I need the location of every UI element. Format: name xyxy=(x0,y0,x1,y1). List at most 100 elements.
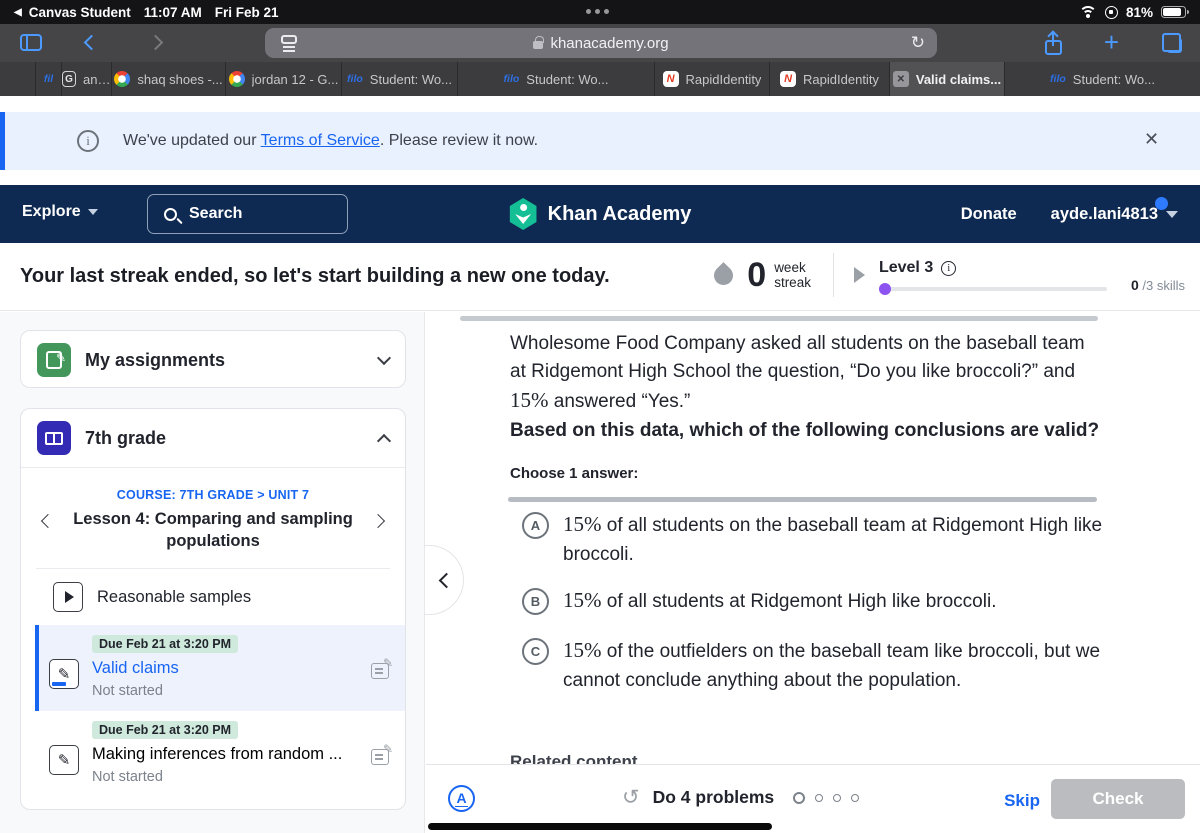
scroll-divider xyxy=(460,316,1098,321)
answer-choices: A 15% of all students on the baseball te… xyxy=(522,510,1122,695)
filo-icon: fil xyxy=(43,73,54,85)
banner-close-icon[interactable] xyxy=(1144,130,1162,148)
explore-menu[interactable]: Explore xyxy=(22,203,98,221)
answer-choice-a[interactable]: A 15% of all students on the baseball te… xyxy=(522,510,1122,569)
sidebar-toggle-icon[interactable] xyxy=(20,34,42,51)
level-label: Level 3 xyxy=(878,259,934,276)
wifi-icon xyxy=(1078,5,1097,19)
streak-bar: Your last streak ended, so let's start b… xyxy=(0,243,1200,311)
grade-card-title: 7th grade xyxy=(85,427,167,448)
notification-dot xyxy=(1155,196,1168,210)
streak-flame-icon xyxy=(710,261,738,289)
browser-tab[interactable]: jordan 12 - G... xyxy=(226,62,342,96)
lesson-item-video[interactable]: Reasonable samples xyxy=(21,569,405,625)
video-play-icon xyxy=(53,582,83,612)
breadcrumb[interactable]: COURSE: 7TH GRADE > UNIT 7 xyxy=(21,488,405,502)
google-icon xyxy=(228,71,245,87)
check-button[interactable]: Check xyxy=(1051,779,1185,819)
grade-card: 7th grade COURSE: 7TH GRADE > UNIT 7 Les… xyxy=(20,408,406,810)
chevron-up-icon[interactable] xyxy=(376,433,392,449)
accessibility-icon[interactable]: A xyxy=(448,785,475,812)
chevron-left-icon xyxy=(438,572,454,588)
share-icon[interactable] xyxy=(1044,39,1062,55)
exercise-pencil-icon: ✎ xyxy=(49,659,79,689)
question-prompt: Based on this data, which of the followi… xyxy=(510,420,1100,441)
address-bar[interactable]: khanacademy.org ↻ xyxy=(265,28,937,58)
chevron-down-icon xyxy=(1166,210,1178,218)
assignment-title[interactable]: Valid claims xyxy=(92,659,391,678)
my-assignments-card[interactable]: My assignments xyxy=(20,330,406,388)
address-url[interactable]: khanacademy.org xyxy=(550,35,668,52)
assignments-icon xyxy=(37,343,71,377)
home-indicator[interactable] xyxy=(428,823,772,830)
divider xyxy=(832,253,834,297)
donate-link[interactable]: Donate xyxy=(961,205,1017,224)
filo-icon: filo xyxy=(347,73,363,85)
clock: 11:07 AM xyxy=(143,4,202,20)
assignment-status: Not started xyxy=(92,769,163,785)
chevron-down-icon[interactable] xyxy=(376,350,392,366)
rapididentity-icon: N xyxy=(662,71,679,87)
brand-logo[interactable]: Khan Academy xyxy=(509,198,692,230)
back-to-app-label[interactable]: Canvas Student xyxy=(29,5,131,20)
site-header: Explore Search Khan Academy Donate ayde.… xyxy=(0,185,1200,243)
info-icon: i xyxy=(77,130,99,152)
problem-progress-dots xyxy=(793,791,860,804)
browser-tab[interactable]: shaq shoes -... xyxy=(112,62,226,96)
answer-choice-c[interactable]: C 15% of the outfielders on the baseball… xyxy=(522,636,1122,695)
lesson-title: Lesson 4: Comparing and sampling populat… xyxy=(73,510,353,550)
tab-overview-icon[interactable] xyxy=(1162,32,1182,53)
battery-percent: 81% xyxy=(1125,4,1153,20)
streak-message: Your last streak ended, so let's start b… xyxy=(20,265,610,287)
tab-sliver[interactable]: fil xyxy=(36,62,62,96)
g-badge-icon: G xyxy=(62,71,77,87)
user-menu[interactable]: ayde.lani4813 xyxy=(1050,196,1182,224)
browser-tab[interactable]: filo Student: Wo... xyxy=(1005,62,1200,96)
due-badge: Due Feb 21 at 3:20 PM xyxy=(92,635,238,653)
assignment-status: Not started xyxy=(92,683,163,699)
radio-letter[interactable]: A xyxy=(522,512,549,539)
assignment-title[interactable]: Making inferences from random ... xyxy=(92,745,391,764)
lesson-item-exercise-active[interactable]: ✎ Due Feb 21 at 3:20 PM Valid claims Not… xyxy=(35,625,405,711)
brand-name: Khan Academy xyxy=(547,202,692,225)
divider xyxy=(21,467,405,468)
previous-lesson-icon[interactable] xyxy=(40,513,56,529)
new-tab-icon[interactable]: + xyxy=(1104,29,1119,55)
grade-card-header[interactable]: 7th grade xyxy=(21,409,405,467)
back-icon[interactable] xyxy=(83,34,100,51)
lesson-item-exercise[interactable]: ✎ Due Feb 21 at 3:20 PM Making inference… xyxy=(35,711,405,797)
browser-tab[interactable]: filo Student: Wo... xyxy=(458,62,655,96)
skip-button[interactable]: Skip xyxy=(1004,791,1040,811)
terms-of-service-link[interactable]: Terms of Service xyxy=(261,132,380,149)
answer-choice-b[interactable]: B 15% of all students at Ridgemont High … xyxy=(522,586,1122,616)
forward-icon[interactable] xyxy=(147,34,164,51)
close-tab-icon[interactable] xyxy=(892,71,909,87)
radio-letter[interactable]: C xyxy=(522,638,549,665)
exercise-pane: Wholesome Food Company asked all student… xyxy=(426,312,1200,833)
browser-tab[interactable]: N RapidIdentity xyxy=(655,62,770,96)
back-to-app-icon[interactable]: ◀ xyxy=(14,7,22,18)
browser-tab-active[interactable]: Valid claims... xyxy=(890,62,1005,96)
level-progress-bar xyxy=(878,283,1107,295)
reload-icon[interactable]: ↻ xyxy=(911,33,925,53)
date: Fri Feb 21 xyxy=(214,4,279,20)
restart-icon[interactable]: ↻ xyxy=(622,786,640,809)
browser-tab[interactable]: G and 1 xyxy=(62,62,112,96)
search-icon xyxy=(164,207,177,221)
browser-tab[interactable]: N RapidIdentity xyxy=(770,62,890,96)
radio-letter[interactable]: B xyxy=(522,588,549,615)
browser-tab[interactable]: filo Student: Wo... xyxy=(342,62,458,96)
level-expand-icon[interactable] xyxy=(853,267,865,283)
lock-icon xyxy=(533,36,544,49)
ipad-screen: ◀ Canvas Student 11:07 AM Fri Feb 21 81%… xyxy=(0,0,1200,833)
multitasking-dots-icon[interactable] xyxy=(586,9,609,14)
username: ayde.lani4813 xyxy=(1050,204,1158,223)
question-text: Wholesome Food Company asked all student… xyxy=(510,333,1085,412)
tab-sliver[interactable] xyxy=(0,62,36,96)
level-info-icon[interactable]: i xyxy=(941,260,957,276)
next-lesson-icon[interactable] xyxy=(370,513,386,529)
streak-unit: week streak xyxy=(774,260,811,290)
course-book-icon xyxy=(37,421,71,455)
assignment-note-icon xyxy=(371,742,393,765)
search-button[interactable]: Search xyxy=(147,194,348,234)
